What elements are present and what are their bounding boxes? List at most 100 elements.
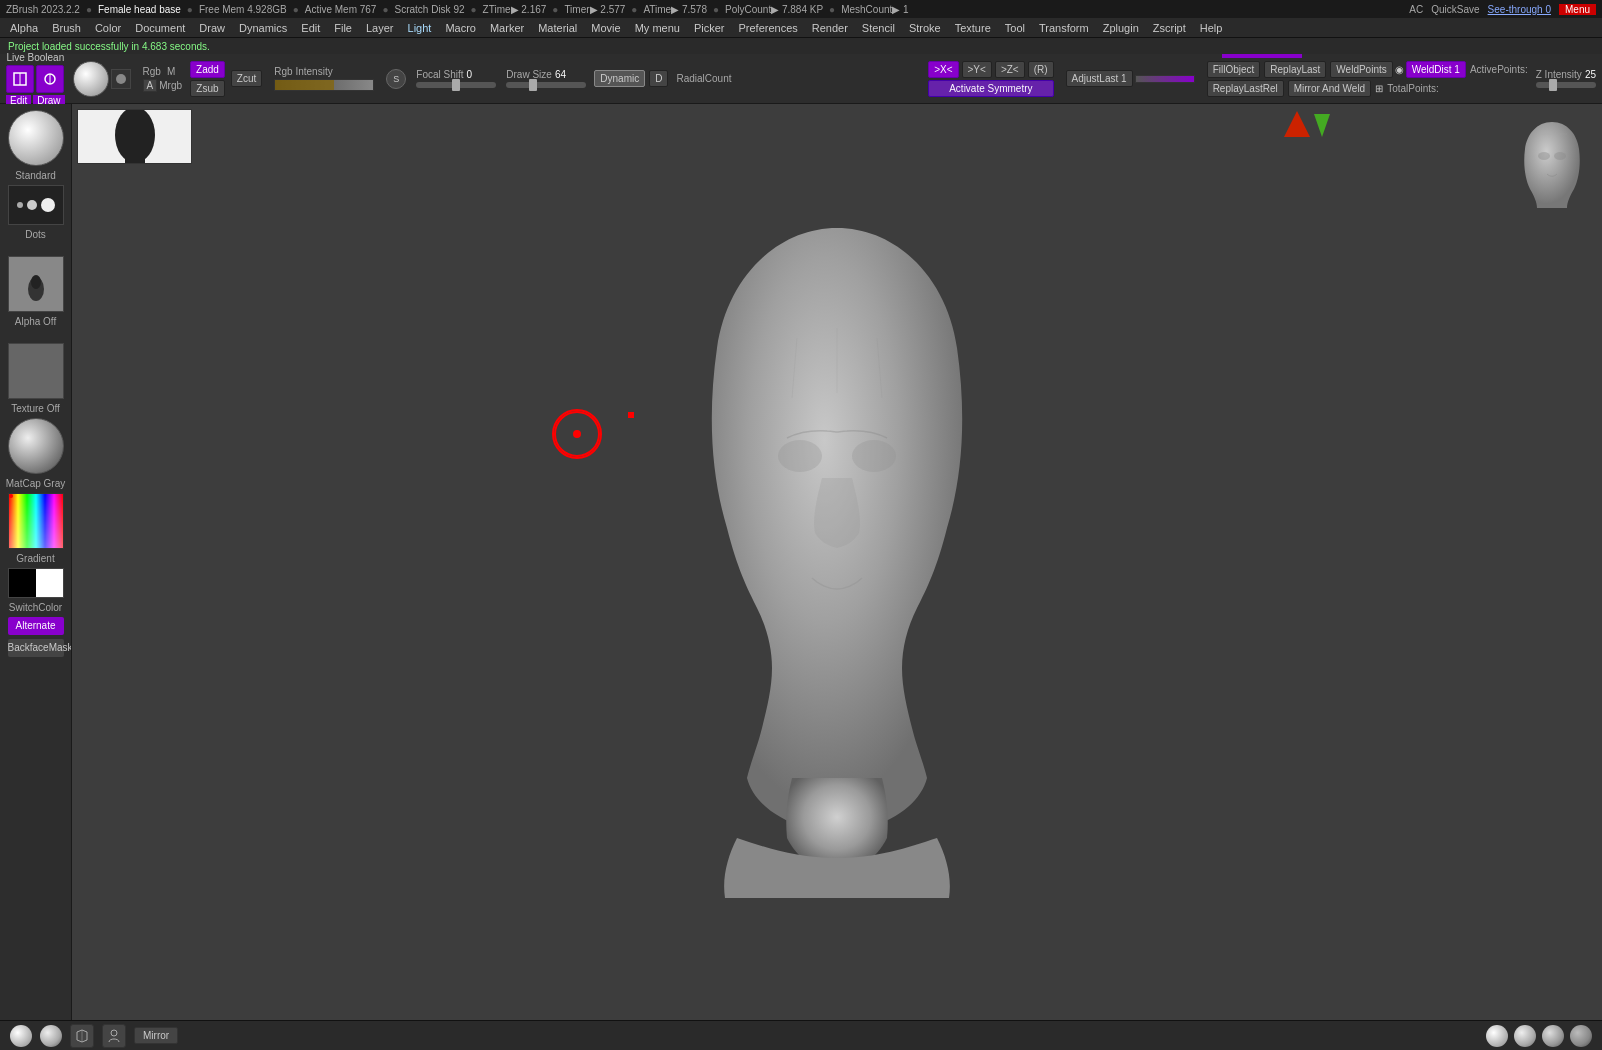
menu-dynamics[interactable]: Dynamics	[233, 20, 293, 36]
texture-off-label[interactable]: Texture Off	[11, 403, 60, 414]
menu-draw[interactable]: Draw	[193, 20, 231, 36]
seethrough-btn[interactable]: See-through 0	[1488, 4, 1551, 15]
alpha-off-label[interactable]: Alpha Off	[15, 316, 57, 327]
menu-macro[interactable]: Macro	[439, 20, 482, 36]
s-label: S	[393, 74, 399, 84]
menu-render[interactable]: Render	[806, 20, 854, 36]
menu-alpha[interactable]: Alpha	[4, 20, 44, 36]
bottom-sphere-6[interactable]	[1570, 1025, 1592, 1047]
zcut-btn[interactable]: Zcut	[231, 70, 262, 87]
menu-brush[interactable]: Brush	[46, 20, 87, 36]
weld-points-btn[interactable]: WeldPoints	[1330, 61, 1392, 78]
alpha-preview[interactable]	[8, 256, 64, 312]
texture-preview[interactable]	[8, 343, 64, 399]
draw-mode-btn[interactable]	[36, 65, 64, 93]
replay-last-rel-btn[interactable]: ReplayLastRel	[1207, 80, 1284, 97]
svg-rect-9	[125, 155, 145, 163]
menu-color[interactable]: Color	[89, 20, 127, 36]
free-mem: Free Mem 4.928GB	[199, 4, 287, 15]
brush-preview[interactable]	[8, 110, 64, 166]
canvas-area[interactable]	[72, 104, 1602, 1020]
expand-icon[interactable]: ⊞	[1375, 83, 1383, 94]
switch-color-label[interactable]: SwitchColor	[9, 602, 62, 613]
meshcount: MeshCount▶ 1	[841, 4, 908, 15]
bottom-sphere-5[interactable]	[1542, 1025, 1564, 1047]
menu-file[interactable]: File	[328, 20, 358, 36]
menu-btn[interactable]: Menu	[1559, 4, 1596, 15]
menu-bar: Alpha Brush Color Document Draw Dynamics…	[0, 18, 1602, 38]
menu-stroke[interactable]: Stroke	[903, 20, 947, 36]
menu-zplugin[interactable]: Zplugin	[1097, 20, 1145, 36]
r-symmetry-btn[interactable]: (R)	[1028, 61, 1054, 78]
matcap-preview[interactable]	[8, 418, 64, 474]
menu-material[interactable]: Material	[532, 20, 583, 36]
bottom-sphere-1[interactable]	[10, 1025, 32, 1047]
menu-zscript[interactable]: Zscript	[1147, 20, 1192, 36]
menu-picker[interactable]: Picker	[688, 20, 731, 36]
menu-edit[interactable]: Edit	[295, 20, 326, 36]
bottom-sphere-4[interactable]	[1514, 1025, 1536, 1047]
nav-arrows	[1282, 109, 1332, 139]
draw-size-slider[interactable]	[506, 82, 586, 88]
top-bar: ZBrush 2023.2.2 ● Female head base ● Fre…	[0, 0, 1602, 18]
bottom-sphere-3[interactable]	[1486, 1025, 1508, 1047]
menu-preferences[interactable]: Preferences	[732, 20, 803, 36]
edit-mode-btn[interactable]	[6, 65, 34, 93]
bottom-cube-icon[interactable]	[70, 1024, 94, 1048]
matcap-label[interactable]: MatCap Gray	[6, 478, 65, 489]
menu-movie[interactable]: Movie	[585, 20, 626, 36]
zsub-btn[interactable]: Zsub	[190, 80, 225, 97]
dots-preview[interactable]	[8, 185, 64, 225]
menu-layer[interactable]: Layer	[360, 20, 400, 36]
bottom-sphere-2[interactable]	[40, 1025, 62, 1047]
x-symmetry-btn[interactable]: >X<	[928, 61, 958, 78]
ac-label: AC	[1409, 4, 1423, 15]
quicksave-btn[interactable]: QuickSave	[1431, 4, 1479, 15]
gradient-preview[interactable]	[8, 568, 64, 598]
s-circle-btn[interactable]: S	[386, 69, 406, 89]
activate-symmetry-btn[interactable]: Activate Symmetry	[928, 80, 1053, 97]
rgb-intensity-label: Rgb Intensity	[274, 66, 332, 77]
backface-mask-btn[interactable]: BackfaceMask	[8, 639, 64, 657]
transform-icon[interactable]	[111, 69, 131, 89]
total-points-label: TotalPoints:	[1387, 83, 1439, 94]
menu-tool[interactable]: Tool	[999, 20, 1031, 36]
menu-stencil[interactable]: Stencil	[856, 20, 901, 36]
thumbnail-preview[interactable]	[77, 109, 192, 164]
mirror-and-weld-btn[interactable]: Mirror And Weld	[1288, 80, 1372, 97]
menu-transform[interactable]: Transform	[1033, 20, 1095, 36]
z-intensity-slider[interactable]	[1536, 82, 1596, 88]
app-name: ZBrush 2023.2.2	[6, 4, 80, 15]
fill-object-btn[interactable]: FillObject	[1207, 61, 1261, 78]
replay-last-btn[interactable]: ReplayLast	[1264, 61, 1326, 78]
brush-sphere-icon[interactable]	[73, 61, 109, 97]
focal-shift-slider[interactable]	[416, 82, 496, 88]
mrgb-label: Mrgb	[159, 80, 182, 91]
menu-texture[interactable]: Texture	[949, 20, 997, 36]
mini-head-view[interactable]	[1512, 114, 1592, 214]
menu-mymenu[interactable]: My menu	[629, 20, 686, 36]
menu-document[interactable]: Document	[129, 20, 191, 36]
z-symmetry-btn[interactable]: >Z<	[995, 61, 1025, 78]
alternate-btn[interactable]: Alternate	[8, 617, 64, 635]
svg-point-18	[1554, 152, 1566, 160]
dynamic-btn[interactable]: Dynamic	[594, 70, 645, 87]
a-btn[interactable]: A	[143, 79, 158, 92]
weld-dist-btn[interactable]: WeldDist 1	[1406, 61, 1466, 78]
svg-point-4	[116, 74, 126, 84]
menu-light[interactable]: Light	[402, 20, 438, 36]
radio-circle-btn[interactable]: ◉	[1395, 64, 1404, 75]
mirror-btn[interactable]: Mirror	[134, 1027, 178, 1044]
zadd-btn[interactable]: Zadd	[190, 61, 225, 78]
gradient-label[interactable]: Gradient	[16, 553, 54, 564]
d-btn[interactable]: D	[649, 70, 668, 87]
y-symmetry-btn[interactable]: >Y<	[962, 61, 992, 78]
bottom-person-icon[interactable]	[102, 1024, 126, 1048]
dots-label[interactable]: Dots	[25, 229, 46, 240]
adjust-last-btn[interactable]: AdjustLast 1	[1066, 70, 1133, 87]
toolbar-row: Live Boolean Edit Draw Rgb M A	[0, 54, 1602, 104]
menu-help[interactable]: Help	[1194, 20, 1229, 36]
color-swatch[interactable]	[8, 493, 64, 549]
standard-label[interactable]: Standard	[15, 170, 56, 181]
menu-marker[interactable]: Marker	[484, 20, 530, 36]
